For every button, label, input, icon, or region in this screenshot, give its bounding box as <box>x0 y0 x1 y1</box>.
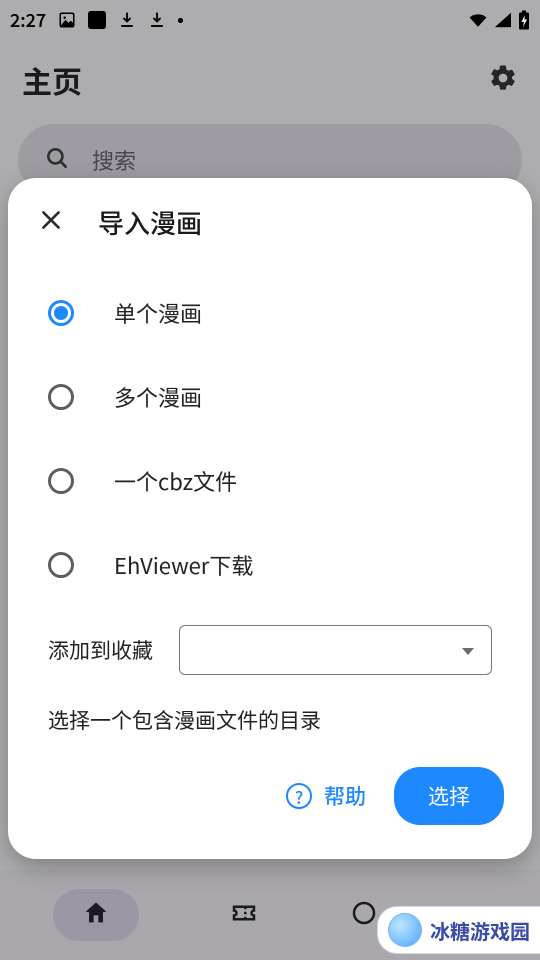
select-button[interactable]: 选择 <box>394 767 504 825</box>
watermark-logo-icon <box>388 913 422 947</box>
radio-label: 单个漫画 <box>114 297 202 329</box>
import-type-radio-group: 单个漫画 多个漫画 一个cbz文件 EhViewer下载 <box>8 249 532 613</box>
radio-option-cbz[interactable]: 一个cbz文件 <box>8 439 532 523</box>
close-icon[interactable] <box>38 207 64 238</box>
help-icon: ? <box>286 783 312 809</box>
status-time: 2:27 <box>10 7 46 33</box>
help-label: 帮助 <box>324 781 366 811</box>
radio-option-multiple[interactable]: 多个漫画 <box>8 355 532 439</box>
help-button[interactable]: ? 帮助 <box>286 781 366 811</box>
radio-label: EhViewer下载 <box>114 549 253 581</box>
favorites-select[interactable] <box>179 625 492 675</box>
radio-icon <box>48 552 74 578</box>
radio-icon <box>48 468 74 494</box>
radio-icon <box>48 384 74 410</box>
app-indicator-icon <box>88 11 106 29</box>
download-icon <box>148 11 166 29</box>
radio-icon <box>48 300 74 326</box>
dialog-title: 导入漫画 <box>98 204 202 241</box>
more-notifications-icon <box>178 18 183 23</box>
battery-icon <box>518 10 530 30</box>
wifi-icon <box>468 12 488 28</box>
download-icon <box>118 11 136 29</box>
radio-label: 一个cbz文件 <box>114 465 237 497</box>
hint-text: 选择一个包含漫画文件的目录 <box>8 675 532 735</box>
watermark-label: 冰糖游戏园 <box>430 916 530 945</box>
radio-option-single[interactable]: 单个漫画 <box>8 271 532 355</box>
radio-option-ehviewer[interactable]: EhViewer下载 <box>8 523 532 607</box>
status-bar-overlay: 2:27 <box>0 0 540 40</box>
watermark-badge: 冰糖游戏园 <box>377 906 540 954</box>
picture-icon <box>58 11 76 29</box>
radio-label: 多个漫画 <box>114 381 202 413</box>
import-comics-dialog: 导入漫画 单个漫画 多个漫画 一个cbz文件 EhViewer下载 添加到收藏 … <box>8 178 532 859</box>
favorites-label: 添加到收藏 <box>48 635 153 665</box>
cellular-icon <box>494 12 512 28</box>
chevron-down-icon <box>461 638 475 662</box>
